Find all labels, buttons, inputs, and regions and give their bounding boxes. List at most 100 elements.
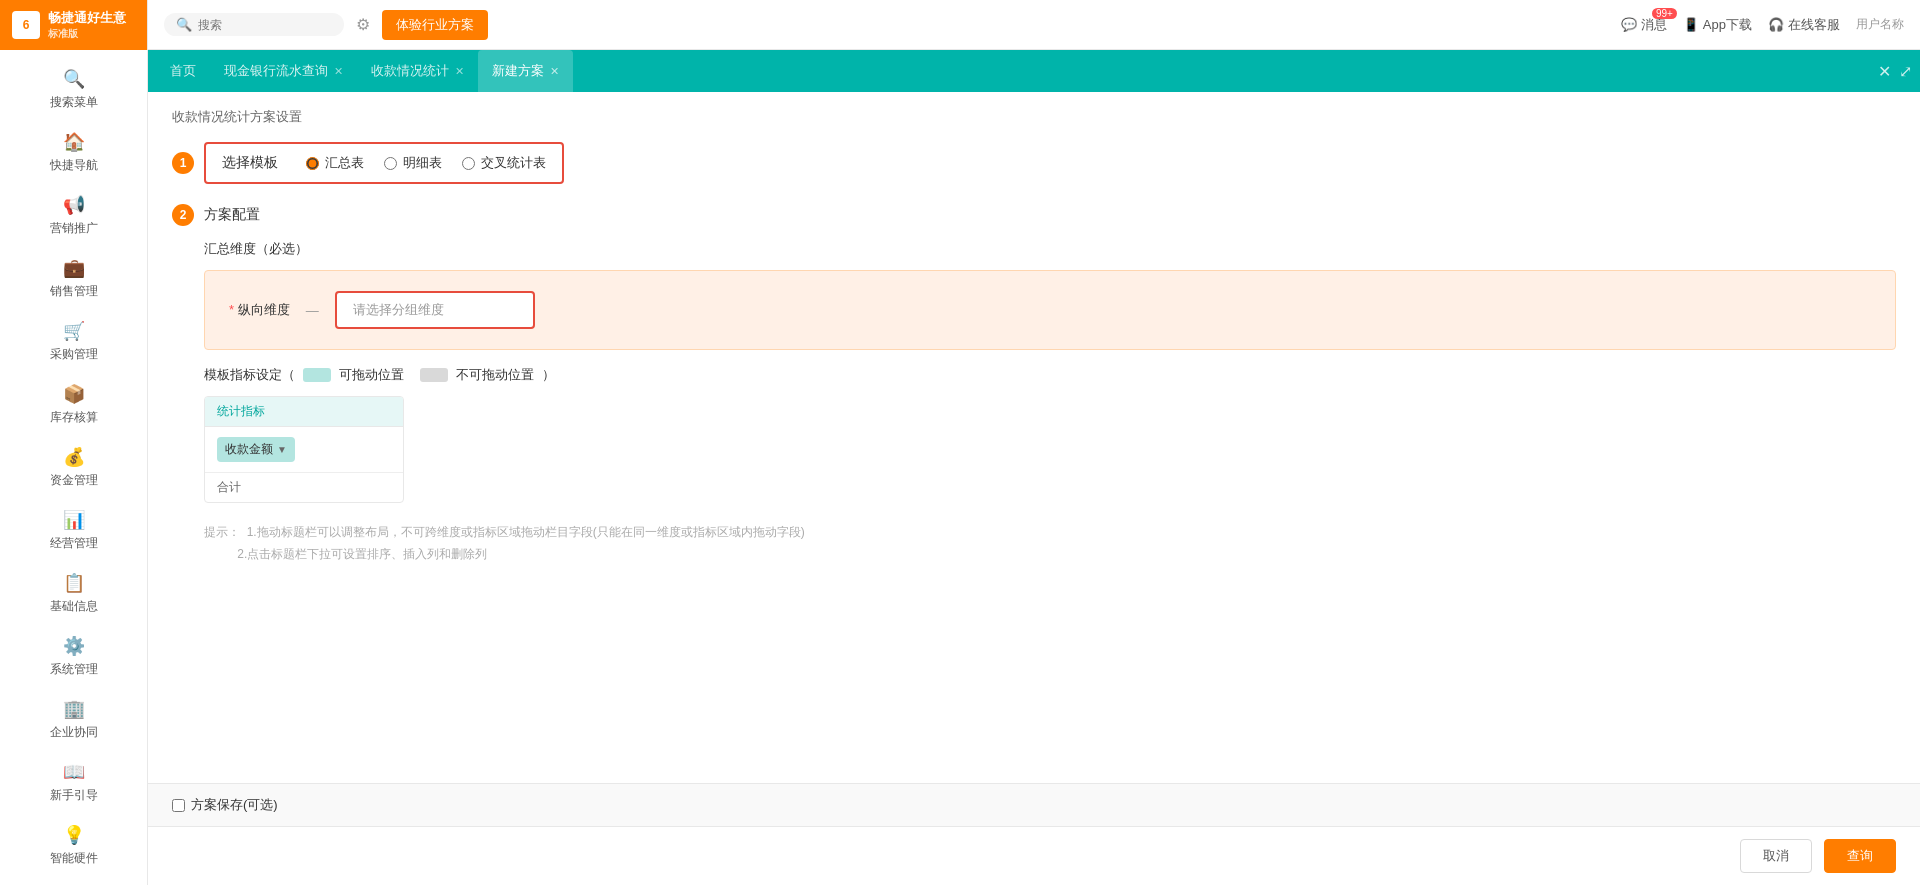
sidebar-item-inventory[interactable]: 📦 库存核算 — [0, 373, 147, 436]
radio-summary-input[interactable] — [306, 157, 319, 170]
dimension-select-placeholder: 请选择分组维度 — [353, 302, 444, 317]
step2-section: 2 方案配置 汇总维度（必选） * 纵向维度 — — [172, 204, 1896, 565]
step2-label: 方案配置 — [204, 206, 260, 224]
step1-section: 1 选择模板 汇总表 明细表 — [172, 142, 1896, 184]
user-info: 用户名称 — [1856, 16, 1904, 33]
sidebar-item-finance[interactable]: 💰 资金管理 — [0, 436, 147, 499]
sidebar-item-label: 快捷导航 — [50, 157, 98, 174]
topbar-actions: 💬 消息 99+ 📱 App下载 🎧 在线客服 用户名称 — [1621, 16, 1904, 34]
sidebar-item-search[interactable]: 🔍 搜索菜单 — [0, 58, 147, 121]
form-container: 收款情况统计方案设置 1 选择模板 汇总表 — [148, 92, 1920, 783]
tab-collection-stats[interactable]: 收款情况统计 ✕ — [357, 50, 478, 92]
metrics-tag-amount[interactable]: 收款金额 ▼ — [217, 437, 295, 462]
sidebar-item-collab[interactable]: 🏢 企业协同 — [0, 688, 147, 751]
tab-cash-flow-label: 现金银行流水查询 — [224, 62, 328, 80]
sidebar-item-system[interactable]: ⚙️ 系统管理 — [0, 625, 147, 688]
sidebar-item-label: 系统管理 — [50, 661, 98, 678]
sidebar-item-label: 智能硬件 — [50, 850, 98, 867]
settings-icon[interactable]: ⚙ — [356, 15, 370, 34]
radio-detail-input[interactable] — [384, 157, 397, 170]
tab-new-plan[interactable]: 新建方案 ✕ — [478, 50, 573, 92]
sidebar-item-wechat[interactable]: 💬 企业微信 — [0, 877, 147, 885]
fixed-legend-label: 不可拖动位置 — [456, 366, 534, 384]
metrics-total-cell: 合计 — [205, 472, 403, 502]
radio-summary[interactable]: 汇总表 — [306, 154, 364, 172]
tip1: 提示： 1.拖动标题栏可以调整布局，不可跨维度或指标区域拖动栏目字段(只能在同一… — [204, 522, 1896, 544]
industry-btn[interactable]: 体验行业方案 — [382, 10, 488, 40]
step1-header: 1 选择模板 汇总表 明细表 — [172, 142, 1896, 184]
dimension-arrow: — — [306, 303, 319, 318]
metrics-tags-area: 收款金额 ▼ — [205, 427, 403, 472]
main-content: 🔍 ⚙ 体验行业方案 💬 消息 99+ 📱 App下载 🎧 在线客服 用户名称 — [148, 0, 1920, 885]
sidebar-item-label: 企业协同 — [50, 724, 98, 741]
dimension-select[interactable]: 请选择分组维度 — [335, 291, 535, 329]
tab-cash-flow[interactable]: 现金银行流水查询 ✕ — [210, 50, 357, 92]
radio-cross-input[interactable] — [462, 157, 475, 170]
tab-new-plan-label: 新建方案 — [492, 62, 544, 80]
search-input[interactable] — [198, 18, 318, 32]
dimension-title: 汇总维度（必选） — [204, 240, 1896, 258]
sidebar-item-marketing[interactable]: 📢 营销推广 — [0, 184, 147, 247]
sidebar-item-label: 库存核算 — [50, 409, 98, 426]
sidebar-item-management[interactable]: 📊 经营管理 — [0, 499, 147, 562]
sidebar-item-purchase[interactable]: 🛒 采购管理 — [0, 310, 147, 373]
tabbar: 首页 现金银行流水查询 ✕ 收款情况统计 ✕ 新建方案 ✕ ✕ ⤢ — [148, 50, 1920, 92]
cancel-button[interactable]: 取消 — [1740, 839, 1812, 873]
step1-label: 选择模板 — [222, 154, 278, 172]
tab-cash-flow-close[interactable]: ✕ — [334, 65, 343, 78]
app-logo-icon: 6 — [12, 11, 40, 39]
sidebar-item-hardware[interactable]: 💡 智能硬件 — [0, 814, 147, 877]
dimension-row-label: * 纵向维度 — [229, 301, 290, 319]
sidebar-logo: 6 畅捷通好生意 标准版 — [0, 0, 147, 50]
sidebar-item-nav[interactable]: 🏠 快捷导航 — [0, 121, 147, 184]
query-button[interactable]: 查询 — [1824, 839, 1896, 873]
template-radio-group: 汇总表 明细表 交叉统计表 — [306, 154, 546, 172]
sidebar-item-label: 资金管理 — [50, 472, 98, 489]
step1-num: 1 — [172, 152, 194, 174]
radio-cross-label: 交叉统计表 — [481, 154, 546, 172]
sidebar-item-label: 新手引导 — [50, 787, 98, 804]
close-window-btn[interactable]: ✕ — [1878, 62, 1891, 81]
config-content: 汇总维度（必选） * 纵向维度 — 请选择分组维度 — [204, 240, 1896, 565]
download-btn[interactable]: 📱 App下载 — [1683, 16, 1752, 34]
tab-collection-stats-close[interactable]: ✕ — [455, 65, 464, 78]
fixed-legend-dot — [420, 368, 448, 382]
service-btn[interactable]: 🎧 在线客服 — [1768, 16, 1840, 34]
system-icon: ⚙️ — [63, 635, 85, 657]
sidebar-item-label: 营销推广 — [50, 220, 98, 237]
sidebar-item-label: 基础信息 — [50, 598, 98, 615]
message-icon: 💬 — [1621, 17, 1637, 32]
save-checkbox[interactable] — [172, 799, 185, 812]
metrics-table: 统计指标 收款金额 ▼ 合计 — [204, 396, 404, 503]
sidebar-item-label: 经营管理 — [50, 535, 98, 552]
radio-cross[interactable]: 交叉统计表 — [462, 154, 546, 172]
save-checkbox-label[interactable]: 方案保存(可选) — [172, 796, 278, 814]
tab-home-label: 首页 — [170, 62, 196, 80]
metrics-tag-dropdown-icon[interactable]: ▼ — [277, 444, 287, 455]
sidebar-item-guide[interactable]: 📖 新手引导 — [0, 751, 147, 814]
sidebar-item-sales[interactable]: 💼 销售管理 — [0, 247, 147, 310]
radio-summary-label: 汇总表 — [325, 154, 364, 172]
maximize-btn[interactable]: ⤢ — [1899, 62, 1912, 81]
step2-num: 2 — [172, 204, 194, 226]
basic-icon: 📋 — [63, 572, 85, 594]
radio-detail[interactable]: 明细表 — [384, 154, 442, 172]
tab-collection-stats-label: 收款情况统计 — [371, 62, 449, 80]
messages-badge: 99+ — [1652, 8, 1677, 19]
page-title: 收款情况统计方案设置 — [172, 108, 1896, 126]
sidebar-item-basic[interactable]: 📋 基础信息 — [0, 562, 147, 625]
marketing-icon: 📢 — [63, 194, 85, 216]
app-name: 畅捷通好生意 — [48, 9, 126, 27]
management-icon: 📊 — [63, 509, 85, 531]
messages-btn[interactable]: 💬 消息 99+ — [1621, 16, 1667, 34]
movable-legend-dot — [303, 368, 331, 382]
tab-new-plan-close[interactable]: ✕ — [550, 65, 559, 78]
download-label: App下载 — [1703, 16, 1752, 34]
step2-header: 2 方案配置 — [172, 204, 1896, 226]
dimension-row: * 纵向维度 — 请选择分组维度 — [229, 291, 1871, 329]
tips-section: 提示： 1.拖动标题栏可以调整布局，不可跨维度或指标区域拖动栏目字段(只能在同一… — [204, 522, 1896, 565]
tab-home[interactable]: 首页 — [156, 50, 210, 92]
search-box[interactable]: 🔍 — [164, 13, 344, 36]
sidebar-item-label: 销售管理 — [50, 283, 98, 300]
page-footer: 方案保存(可选) — [148, 783, 1920, 826]
